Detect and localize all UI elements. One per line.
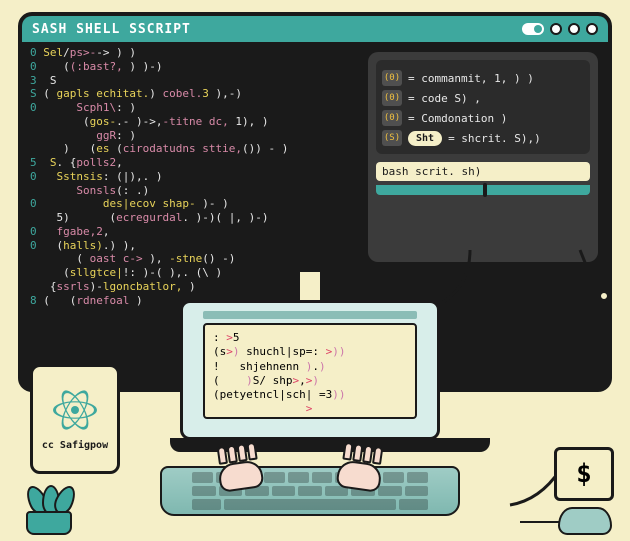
window-button[interactable] — [586, 23, 598, 35]
dollar-icon: $ — [576, 459, 592, 489]
panel-badge: (0) — [382, 70, 402, 86]
titlebar: SASH SHELL SSCRIPT — [22, 16, 608, 42]
window-controls — [522, 23, 598, 35]
cable-end-icon — [598, 290, 610, 302]
window-title: SASH SHELL SSCRIPT — [32, 22, 191, 37]
sht-pill[interactable]: Sht — [408, 131, 442, 146]
panel-slider[interactable] — [376, 185, 590, 195]
panel-row: (0)= commanmit, 1, ) ) — [382, 70, 584, 86]
panel-list: (0)= commanmit, 1, ) ) (0)= code S) , (0)=… — [376, 60, 590, 154]
laptop-tab-bar — [203, 311, 417, 319]
panel-badge: (0) — [382, 90, 402, 106]
logo-card: cc Safigpow — [30, 364, 120, 474]
laptop-screen: : >5 (s>) shuchl|sp=: >))! shjehnenn ).)… — [180, 300, 440, 440]
panel-row: (0)= Comdonation ) — [382, 110, 584, 126]
window-button[interactable] — [568, 23, 580, 35]
atom-icon — [53, 388, 97, 432]
panel-row: (S)Sht = shcrit. S),) — [382, 130, 584, 146]
mouse-icon[interactable] — [558, 507, 612, 535]
window-button[interactable] — [550, 23, 562, 35]
panel-row: (0)= code S) , — [382, 90, 584, 106]
sticky-note: $ — [554, 447, 614, 501]
laptop: : >5 (s>) shuchl|sp=: >))! shjehnenn ).)… — [170, 300, 450, 460]
laptop-terminal: : >5 (s>) shuchl|sp=: >))! shjehnenn ).)… — [203, 323, 417, 419]
keyboard[interactable] — [160, 466, 460, 516]
panel-badge: (0) — [382, 110, 402, 126]
toggle-icon[interactable] — [522, 23, 544, 35]
hand-right-icon — [328, 446, 393, 494]
command-input[interactable]: bash scrit. sh) — [376, 162, 590, 181]
logo-label: cc Safigpow — [42, 440, 108, 451]
plant-icon — [14, 475, 84, 535]
side-panel: (0)= commanmit, 1, ) ) (0)= code S) , (0)=… — [368, 52, 598, 262]
panel-badge: (S) — [382, 130, 402, 146]
hand-left-icon — [208, 446, 273, 494]
code-editor: 0 Sel/ps>--> ) )0 ((:bast?, ) )-)3 SS ( … — [30, 46, 288, 307]
